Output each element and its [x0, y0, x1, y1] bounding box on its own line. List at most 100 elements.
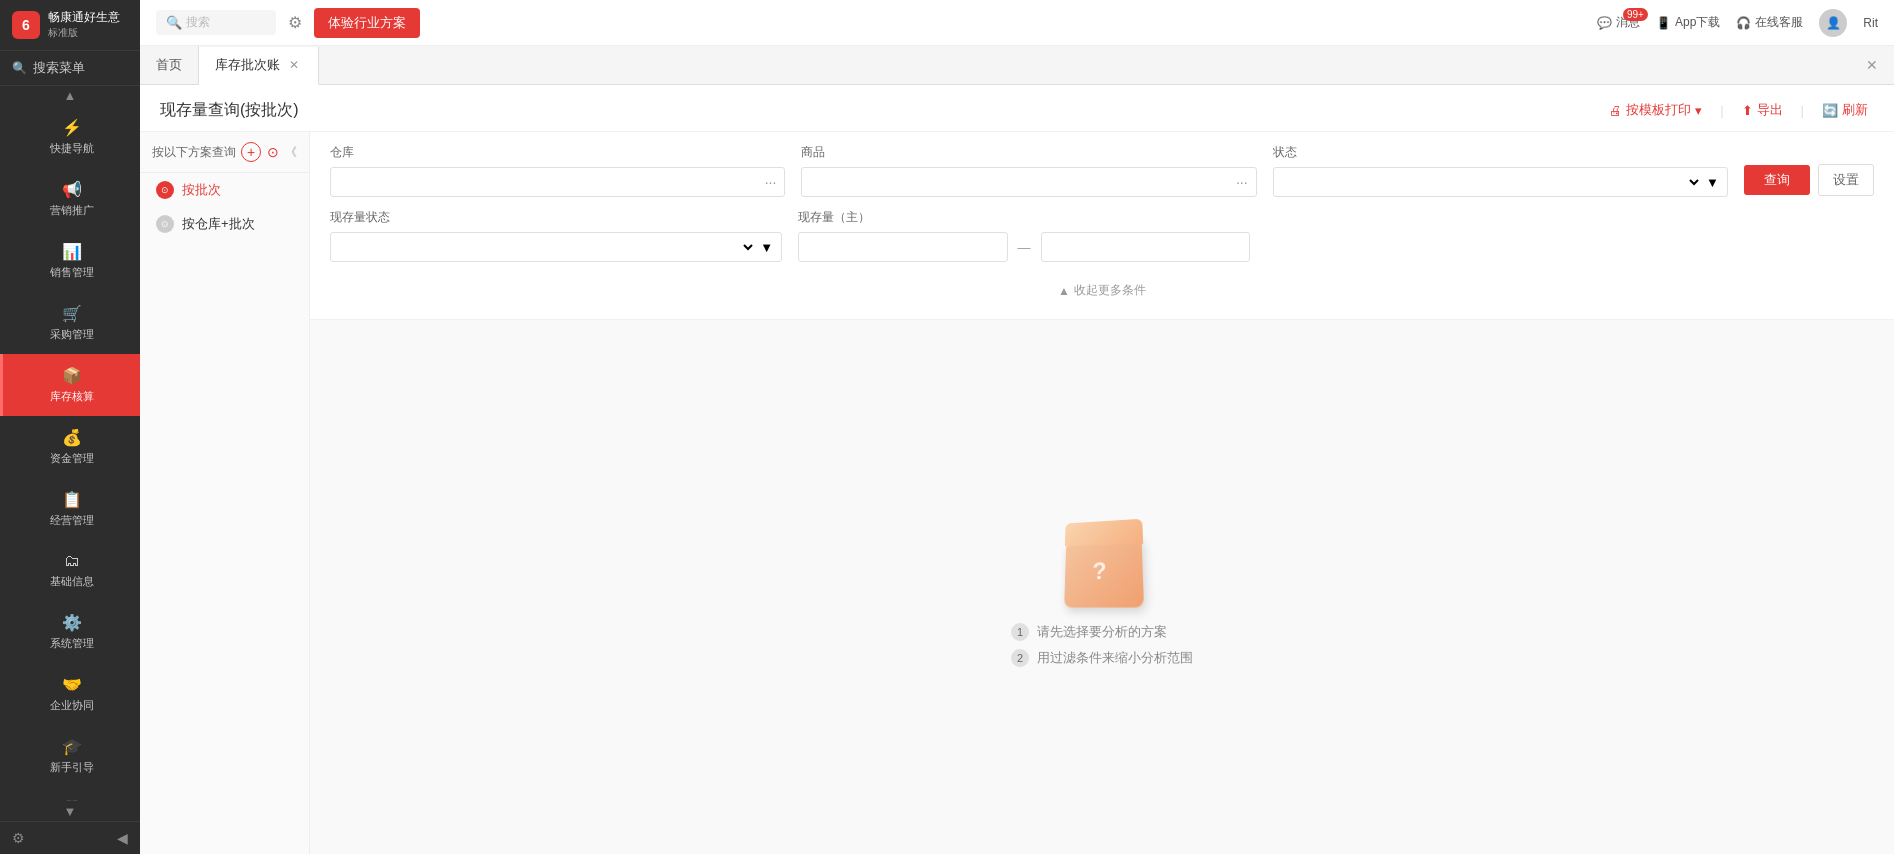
- sidebar-item-purchase[interactable]: 🛒 采购管理: [0, 292, 140, 354]
- newbie-icon: 🎓: [62, 737, 82, 756]
- query-btn[interactable]: 查询: [1744, 165, 1810, 195]
- sidebar-item-basic[interactable]: 🗂 基础信息: [0, 540, 140, 601]
- sidebar-label-operations: 经营管理: [50, 513, 94, 528]
- export-btn[interactable]: ⬆ 导出: [1736, 97, 1789, 123]
- filter-row-1: 仓库 ··· 商品 ···: [330, 144, 1874, 197]
- print-template-label: 按模板打印: [1626, 101, 1691, 119]
- experience-btn[interactable]: 体验行业方案: [314, 8, 420, 38]
- filter-status-select[interactable]: [1282, 174, 1702, 191]
- export-icon: ⬆: [1742, 103, 1753, 118]
- sidebar-item-newbie[interactable]: 🎓 新手引导: [0, 725, 140, 787]
- content-body: 按以下方案查询 + ⊙ 《 ⊙ 按批次: [140, 132, 1894, 854]
- filter-product-input-wrapper[interactable]: ···: [801, 167, 1256, 197]
- sidebar-item-inventory[interactable]: 📦 库存核算: [0, 354, 140, 416]
- topbar-actions: 💬 消息 99+ 📱 App下载 🎧 在线客服 👤 Rit: [1597, 9, 1878, 37]
- phone-icon: 📱: [1656, 16, 1671, 30]
- filter-stock-qty-to-wrapper[interactable]: [1041, 232, 1251, 262]
- sidebar-label-system: 系统管理: [50, 636, 94, 651]
- right-panel: 仓库 ··· 商品 ···: [310, 132, 1894, 854]
- tab-inventory-batch[interactable]: 库存批次账 ✕: [199, 47, 319, 85]
- filter-warehouse-more[interactable]: ···: [765, 174, 777, 190]
- filter-action-area: 查询 设置: [1744, 164, 1874, 196]
- sidebar-label-finance: 资金管理: [50, 451, 94, 466]
- sidebar-item-app-center[interactable]: 📱 应用中心: [0, 787, 140, 801]
- empty-box: ?: [1064, 535, 1144, 608]
- app-download-label: App下载: [1675, 14, 1720, 31]
- sales-icon: 📊: [62, 242, 82, 261]
- sidebar-label-basic: 基础信息: [50, 574, 94, 589]
- enterprise-icon: 🤝: [62, 675, 82, 694]
- sidebar-item-quick-nav[interactable]: ⚡ 快捷导航: [0, 106, 140, 168]
- filter-status-select-wrapper[interactable]: ▼: [1273, 167, 1728, 197]
- app-download-action[interactable]: 📱 App下载: [1656, 14, 1720, 31]
- user-avatar[interactable]: 👤: [1819, 9, 1847, 37]
- empty-box-top: [1065, 519, 1143, 546]
- scheme-item-by-warehouse-batch[interactable]: ⊙ 按仓库+批次: [140, 207, 309, 241]
- filter-product-input[interactable]: [810, 175, 1232, 190]
- sidebar-label-purchase: 采购管理: [50, 327, 94, 342]
- sidebar-item-operations[interactable]: 📋 经营管理: [0, 478, 140, 540]
- add-scheme-btn[interactable]: +: [241, 142, 261, 162]
- export-label: 导出: [1757, 101, 1783, 119]
- filter-area: 仓库 ··· 商品 ···: [310, 132, 1894, 320]
- tip-num-1: 1: [1011, 623, 1029, 641]
- tab-close-inventory-batch[interactable]: ✕: [286, 57, 302, 73]
- filter-product-more[interactable]: ···: [1236, 174, 1248, 190]
- messages-action[interactable]: 💬 消息 99+: [1597, 14, 1640, 31]
- collapse-up-icon: ▲: [1058, 284, 1070, 298]
- brand-name: 畅康通好生意: [48, 10, 120, 26]
- operations-icon: 📋: [62, 490, 82, 509]
- filter-stock-qty-from-wrapper[interactable]: [798, 232, 1008, 262]
- quick-nav-icon: ⚡: [62, 118, 82, 137]
- settings-scheme-btn[interactable]: ⊙: [267, 144, 279, 160]
- collapse-panel-btn[interactable]: 《: [285, 144, 297, 161]
- scheme-item-by-batch[interactable]: ⊙ 按批次: [140, 173, 309, 207]
- empty-question-mark: ?: [1092, 557, 1106, 585]
- tip-text-2: 用过滤条件来缩小分析范围: [1037, 649, 1193, 667]
- online-service-action[interactable]: 🎧 在线客服: [1736, 14, 1803, 31]
- filter-stock-qty-to[interactable]: [1050, 240, 1242, 255]
- settings-icon[interactable]: ⚙: [12, 830, 25, 846]
- topbar-search-box[interactable]: 🔍 搜索: [156, 10, 276, 35]
- sidebar-scroll-down[interactable]: ▼: [0, 801, 140, 821]
- tab-home-label: 首页: [156, 56, 182, 74]
- topbar-search-icon: 🔍: [166, 15, 182, 30]
- filter-stock-qty-from[interactable]: [807, 240, 999, 255]
- left-panel-actions: + ⊙ 《: [241, 142, 297, 162]
- message-icon: 💬: [1597, 16, 1612, 30]
- collapse-label: 收起更多条件: [1074, 282, 1146, 299]
- topbar-gear-icon[interactable]: ⚙: [288, 13, 302, 32]
- collapse-icon[interactable]: ◀: [117, 830, 128, 846]
- refresh-icon: 🔄: [1822, 103, 1838, 118]
- empty-icon: ?: [1052, 507, 1152, 607]
- refresh-btn[interactable]: 🔄 刷新: [1816, 97, 1874, 123]
- sidebar-scroll-up[interactable]: ▲: [0, 86, 140, 106]
- refresh-label: 刷新: [1842, 101, 1868, 119]
- left-panel: 按以下方案查询 + ⊙ 《 ⊙ 按批次: [140, 132, 310, 854]
- sidebar-item-system[interactable]: ⚙️ 系统管理: [0, 601, 140, 663]
- filter-warehouse-input[interactable]: [339, 175, 761, 190]
- sidebar-item-marketing[interactable]: 📢 营销推广: [0, 168, 140, 230]
- tab-bar-close[interactable]: ✕: [1850, 49, 1894, 81]
- sidebar-label-newbie: 新手引导: [50, 760, 94, 775]
- sidebar-header: 6 畅康通好生意 标准版: [0, 0, 140, 51]
- settings-btn[interactable]: 设置: [1818, 164, 1874, 196]
- filter-stock-status-select-wrapper[interactable]: ▼: [330, 232, 782, 262]
- sidebar-item-sales[interactable]: 📊 销售管理: [0, 230, 140, 292]
- sidebar-label-enterprise: 企业协同: [50, 698, 94, 713]
- sidebar-search[interactable]: 🔍 搜索菜单: [0, 51, 140, 86]
- sidebar: 6 畅康通好生意 标准版 🔍 搜索菜单 ▲ ⚡ 快捷导航 📢 营销推广 📊 销售…: [0, 0, 140, 854]
- username-label[interactable]: Rit: [1863, 16, 1878, 30]
- messages-badge: 99+: [1623, 8, 1648, 21]
- search-label: 搜索菜单: [33, 59, 85, 77]
- tab-home[interactable]: 首页: [140, 46, 199, 84]
- sidebar-item-finance[interactable]: 💰 资金管理: [0, 416, 140, 478]
- filter-warehouse-input-wrapper[interactable]: ···: [330, 167, 785, 197]
- sidebar-item-enterprise[interactable]: 🤝 企业协同: [0, 663, 140, 725]
- print-template-btn[interactable]: 🖨 按模板打印 ▾: [1603, 97, 1708, 123]
- collapse-more-btn[interactable]: ▲ 收起更多条件: [330, 274, 1874, 307]
- filter-stock-status-select[interactable]: [339, 239, 756, 256]
- dropdown-icon: ▾: [1695, 103, 1702, 118]
- sidebar-label-inventory: 库存核算: [50, 389, 94, 404]
- filter-product-group: 商品 ···: [801, 144, 1256, 197]
